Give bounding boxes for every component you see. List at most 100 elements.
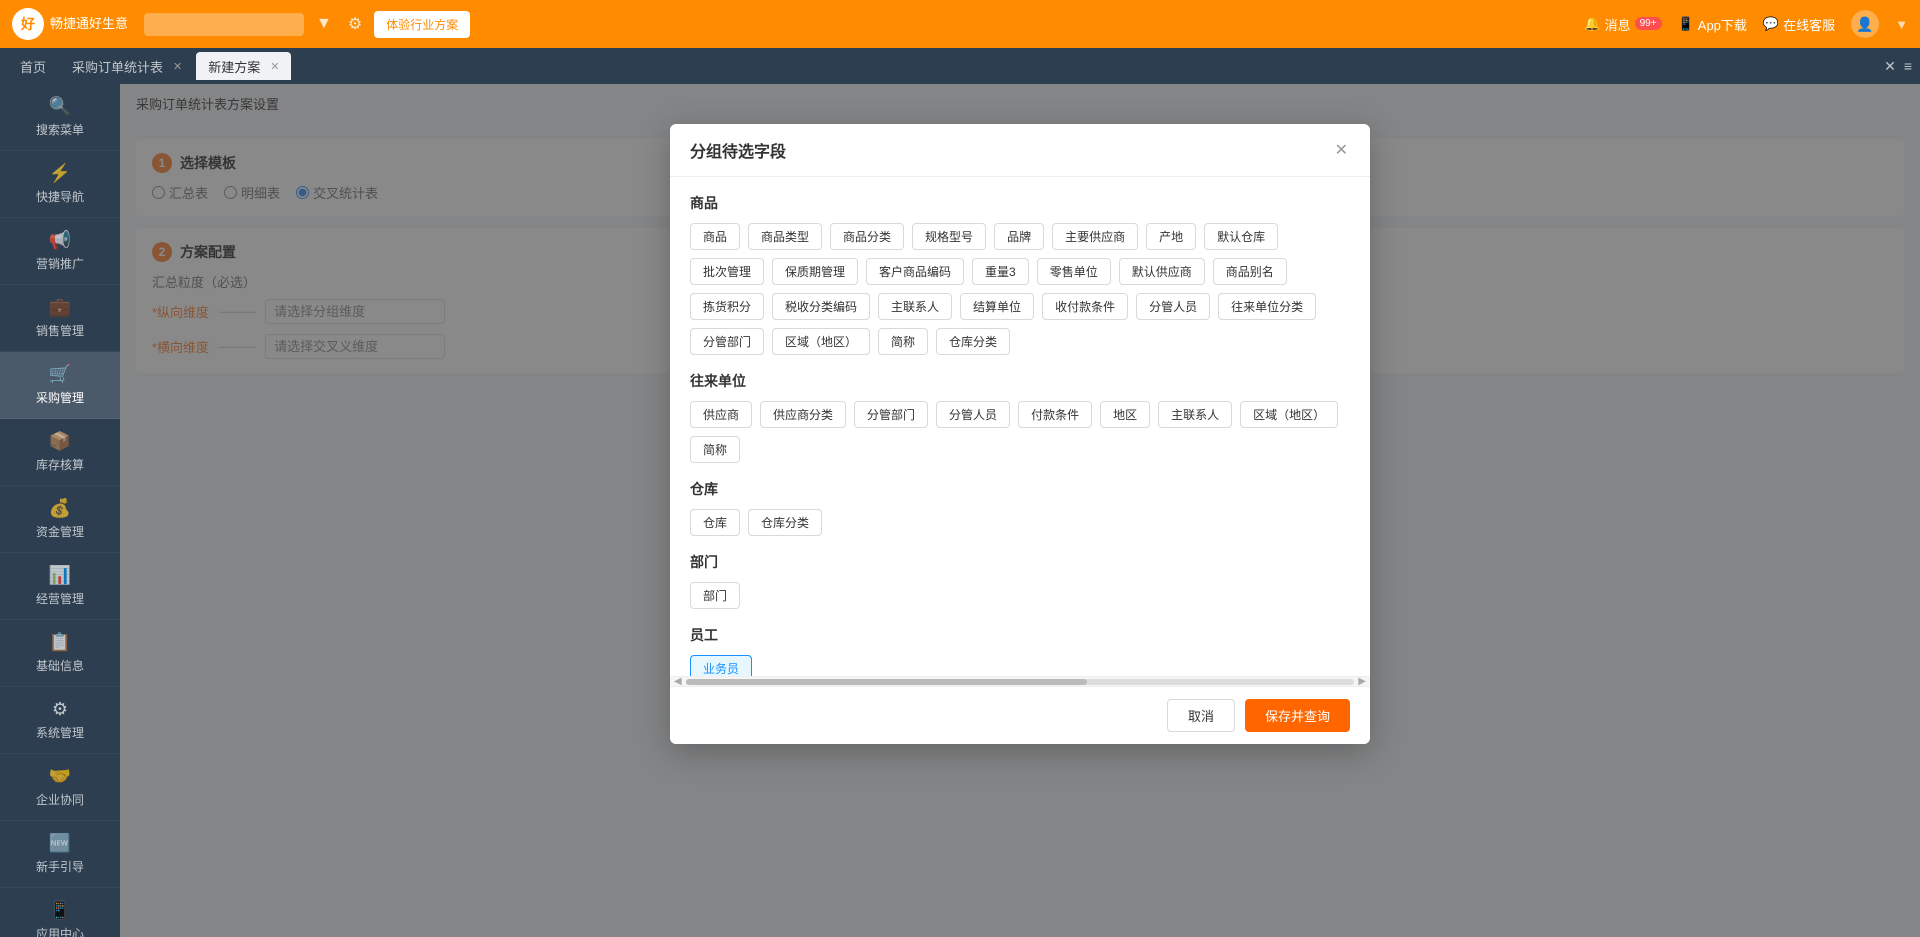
new-guide-icon: 🆕 bbox=[49, 833, 71, 854]
sidebar-item-purchase[interactable]: 🛒 采购管理 bbox=[0, 352, 120, 419]
tag-简称1[interactable]: 简称 bbox=[878, 328, 928, 355]
app-center-icon: 📱 bbox=[49, 900, 71, 921]
dialog-cancel-btn[interactable]: 取消 bbox=[1167, 699, 1235, 732]
tag-部门[interactable]: 部门 bbox=[690, 582, 740, 609]
hscroll-thumb bbox=[686, 679, 1087, 685]
tag-供应商分类[interactable]: 供应商分类 bbox=[760, 401, 846, 428]
tag-拣货积分[interactable]: 拣货积分 bbox=[690, 293, 764, 320]
tag-规格型号[interactable]: 规格型号 bbox=[912, 223, 986, 250]
section-title-employee: 员工 bbox=[690, 625, 1350, 645]
sidebar-item-operations[interactable]: 📊 经营管理 bbox=[0, 553, 120, 620]
operations-icon: 📊 bbox=[49, 565, 71, 586]
tag-重量3[interactable]: 重量3 bbox=[972, 258, 1029, 285]
sidebar-item-quick-nav[interactable]: ⚡ 快捷导航 bbox=[0, 151, 120, 218]
tab-home[interactable]: 首页 bbox=[8, 52, 58, 80]
dialog-save-query-btn[interactable]: 保存并查询 bbox=[1245, 699, 1350, 732]
tag-保质期管理[interactable]: 保质期管理 bbox=[772, 258, 858, 285]
sales-icon: 💼 bbox=[49, 297, 71, 318]
tab-menu-icon[interactable]: ≡ bbox=[1904, 58, 1912, 74]
sidebar-item-basic-info[interactable]: 📋 基础信息 bbox=[0, 620, 120, 687]
tag-简称2[interactable]: 简称 bbox=[690, 436, 740, 463]
section-title-department: 部门 bbox=[690, 552, 1350, 572]
tag-付款条件[interactable]: 付款条件 bbox=[1018, 401, 1092, 428]
tag-品牌[interactable]: 品牌 bbox=[994, 223, 1044, 250]
experience-btn[interactable]: 体验行业方案 bbox=[374, 11, 470, 38]
app-wrapper: 好 畅捷通好生意 ▼ ⚙ 体验行业方案 🔔 消息 99+ 📱 App下载 💬 在… bbox=[0, 0, 1920, 937]
tag-仓库分类1[interactable]: 仓库分类 bbox=[936, 328, 1010, 355]
tag-主联系人1[interactable]: 主联系人 bbox=[878, 293, 952, 320]
tag-区域地区2[interactable]: 区域（地区） bbox=[1240, 401, 1338, 428]
sidebar-item-system[interactable]: ⚙ 系统管理 bbox=[0, 687, 120, 754]
dialog: 分组待选字段 ✕ 商品 商品 商品类型 商品分类 规格型号 bbox=[670, 124, 1370, 744]
tag-零售单位[interactable]: 零售单位 bbox=[1037, 258, 1111, 285]
tab-close-all[interactable]: ✕ bbox=[1884, 58, 1896, 75]
tag-批次管理[interactable]: 批次管理 bbox=[690, 258, 764, 285]
warehouse-tags: 仓库 仓库分类 bbox=[690, 509, 1350, 536]
partner-tags: 供应商 供应商分类 分管部门 分管人员 付款条件 地区 主联系人 区域（地区） … bbox=[690, 401, 1350, 463]
notification-badge: 99+ bbox=[1635, 17, 1662, 30]
tag-商品类型[interactable]: 商品类型 bbox=[748, 223, 822, 250]
tab-new-plan-close[interactable]: ✕ bbox=[270, 60, 279, 73]
section-title-product: 商品 bbox=[690, 193, 1350, 213]
tag-默认仓库[interactable]: 默认仓库 bbox=[1204, 223, 1278, 250]
tag-分管人员2[interactable]: 分管人员 bbox=[936, 401, 1010, 428]
tag-默认供应商[interactable]: 默认供应商 bbox=[1119, 258, 1205, 285]
employee-tags: 业务员 bbox=[690, 655, 1350, 676]
sidebar-item-finance[interactable]: 💰 资金管理 bbox=[0, 486, 120, 553]
top-header: 好 畅捷通好生意 ▼ ⚙ 体验行业方案 🔔 消息 99+ 📱 App下载 💬 在… bbox=[0, 0, 1920, 48]
tag-仓库[interactable]: 仓库 bbox=[690, 509, 740, 536]
sidebar-item-search-menu[interactable]: 🔍 搜索菜单 bbox=[0, 84, 120, 151]
tag-业务员[interactable]: 业务员 bbox=[690, 655, 752, 676]
user-expand-icon[interactable]: ▼ bbox=[1895, 17, 1908, 32]
bell-icon: 🔔 bbox=[1584, 16, 1600, 32]
sidebar-item-app-center[interactable]: 📱 应用中心 bbox=[0, 888, 120, 937]
logo-icon: 好 bbox=[12, 8, 44, 40]
tag-商品分类[interactable]: 商品分类 bbox=[830, 223, 904, 250]
tag-客户商品编码[interactable]: 客户商品编码 bbox=[866, 258, 964, 285]
inventory-icon: 📦 bbox=[49, 431, 71, 452]
enterprise-coop-icon: 🤝 bbox=[49, 766, 71, 787]
dialog-title: 分组待选字段 bbox=[690, 138, 786, 162]
tag-产地[interactable]: 产地 bbox=[1146, 223, 1196, 250]
settings-icon[interactable]: ⚙ bbox=[348, 14, 362, 34]
tag-收付款条件[interactable]: 收付款条件 bbox=[1042, 293, 1128, 320]
user-icon: 👤 bbox=[1856, 16, 1873, 33]
nav-search-input[interactable] bbox=[144, 13, 304, 36]
sidebar-item-sales[interactable]: 💼 销售管理 bbox=[0, 285, 120, 352]
tab-purchase-stat-close[interactable]: ✕ bbox=[173, 60, 182, 73]
modal-overlay: 分组待选字段 ✕ 商品 商品 商品类型 商品分类 规格型号 bbox=[120, 84, 1920, 937]
dialog-body[interactable]: 商品 商品 商品类型 商品分类 规格型号 品牌 主要供应商 产地 默认仓库 批次… bbox=[670, 177, 1370, 676]
tag-商品别名[interactable]: 商品别名 bbox=[1213, 258, 1287, 285]
tag-区域地区1[interactable]: 区域（地区） bbox=[772, 328, 870, 355]
header-right: 🔔 消息 99+ 📱 App下载 💬 在线客服 👤 ▼ bbox=[1584, 10, 1908, 38]
sidebar-item-enterprise-coop[interactable]: 🤝 企业协同 bbox=[0, 754, 120, 821]
tab-new-plan[interactable]: 新建方案 ✕ bbox=[196, 52, 291, 80]
sidebar-item-marketing[interactable]: 📢 营销推广 bbox=[0, 218, 120, 285]
app-download-item[interactable]: 📱 App下载 bbox=[1678, 15, 1747, 34]
hscroll-track bbox=[686, 679, 1355, 685]
tag-分管部门1[interactable]: 分管部门 bbox=[690, 328, 764, 355]
online-service-item[interactable]: 💬 在线客服 bbox=[1763, 15, 1835, 34]
tag-往来单位分类[interactable]: 往来单位分类 bbox=[1218, 293, 1316, 320]
tag-商品[interactable]: 商品 bbox=[690, 223, 740, 250]
system-icon: ⚙ bbox=[52, 699, 68, 720]
tag-主要供应商[interactable]: 主要供应商 bbox=[1052, 223, 1138, 250]
tag-分管人员1[interactable]: 分管人员 bbox=[1136, 293, 1210, 320]
notification-item[interactable]: 🔔 消息 99+ bbox=[1584, 15, 1661, 34]
tag-主联系人2[interactable]: 主联系人 bbox=[1158, 401, 1232, 428]
dropdown-icon[interactable]: ▼ bbox=[316, 15, 332, 33]
sidebar-item-inventory[interactable]: 📦 库存核算 bbox=[0, 419, 120, 486]
tag-分管部门2[interactable]: 分管部门 bbox=[854, 401, 928, 428]
sidebar-item-new-guide[interactable]: 🆕 新手引导 bbox=[0, 821, 120, 888]
dialog-close-btn[interactable]: ✕ bbox=[1333, 138, 1350, 162]
dialog-hscrollbar[interactable]: ◀ ▶ bbox=[670, 676, 1370, 686]
tab-purchase-stat[interactable]: 采购订单统计表 ✕ bbox=[60, 52, 194, 80]
tag-税收分类编码[interactable]: 税收分类编码 bbox=[772, 293, 870, 320]
logo-text: 畅捷通好生意 bbox=[50, 16, 128, 32]
tag-地区[interactable]: 地区 bbox=[1100, 401, 1150, 428]
avatar[interactable]: 👤 bbox=[1851, 10, 1879, 38]
tag-结算单位[interactable]: 结算单位 bbox=[960, 293, 1034, 320]
dialog-footer: 取消 保存并查询 bbox=[670, 686, 1370, 744]
tag-供应商[interactable]: 供应商 bbox=[690, 401, 752, 428]
tag-仓库分类2[interactable]: 仓库分类 bbox=[748, 509, 822, 536]
